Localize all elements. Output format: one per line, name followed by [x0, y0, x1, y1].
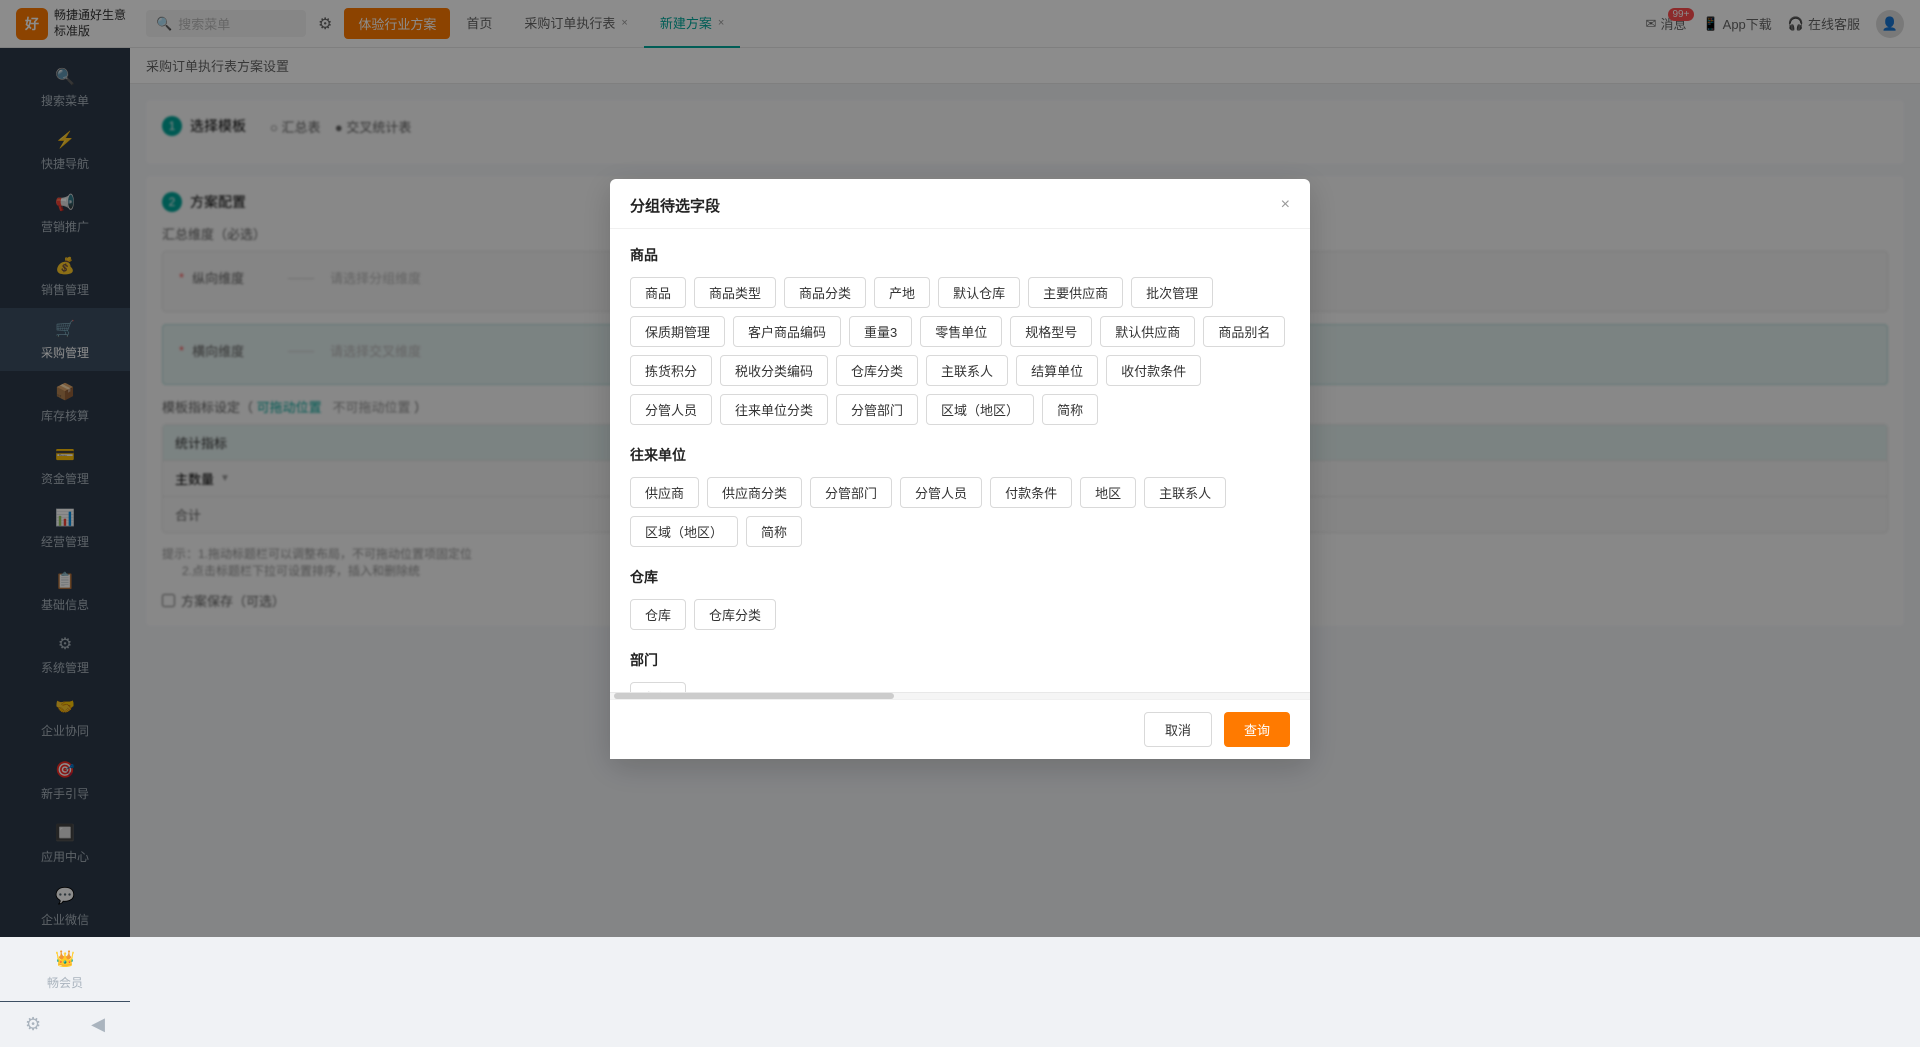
field-tag-goods-item[interactable]: 商品 [630, 277, 686, 308]
field-tag-goods-category[interactable]: 商品分类 [784, 277, 866, 308]
section-dept-title: 部门 [630, 650, 1290, 670]
modal-body[interactable]: 商品 商品 商品类型 商品分类 产地 默认仓库 主要供应商 批次管理 保质期管理… [610, 229, 1310, 692]
field-tag-partner-dept[interactable]: 分管部门 [810, 477, 892, 508]
goods-field-tags: 商品 商品类型 商品分类 产地 默认仓库 主要供应商 批次管理 保质期管理 客户… [630, 277, 1290, 425]
field-tag-goods-weight[interactable]: 重量3 [849, 316, 912, 347]
field-tag-goods-manager[interactable]: 分管人员 [630, 394, 712, 425]
dept-field-tags: 部门 [630, 682, 1290, 692]
field-tag-dept[interactable]: 部门 [630, 682, 686, 692]
field-tag-goods-points[interactable]: 拣货积分 [630, 355, 712, 386]
cancel-button[interactable]: 取消 [1144, 712, 1212, 747]
member-icon: 👑 [54, 948, 76, 970]
section-partners-title: 往来单位 [630, 445, 1290, 465]
sidebar-item-member[interactable]: 👑 畅会员 [0, 938, 130, 1001]
modal-title: 分组待选字段 [630, 195, 720, 216]
modal-overlay: 分组待选字段 × 商品 商品 商品类型 商品分类 产地 默认仓库 主要供应商 批… [0, 0, 1920, 937]
field-tag-goods-origin[interactable]: 产地 [874, 277, 930, 308]
field-tag-goods-contact[interactable]: 主联系人 [926, 355, 1008, 386]
field-tag-goods-region[interactable]: 区域（地区） [926, 394, 1034, 425]
field-tag-supplier[interactable]: 供应商 [630, 477, 699, 508]
section-goods-title: 商品 [630, 245, 1290, 265]
field-tag-partner-short-name[interactable]: 简称 [746, 516, 802, 547]
section-warehouse: 仓库 仓库 仓库分类 [630, 567, 1290, 630]
field-tag-goods-customer-code[interactable]: 客户商品编码 [733, 316, 841, 347]
modal-close-btn[interactable]: × [1281, 196, 1290, 214]
field-tag-partner-manager[interactable]: 分管人员 [900, 477, 982, 508]
sidebar-settings-btn[interactable]: ⚙ [25, 1014, 41, 1035]
partners-field-tags: 供应商 供应商分类 分管部门 分管人员 付款条件 地区 主联系人 区域（地区） … [630, 477, 1290, 547]
field-tag-supplier-category[interactable]: 供应商分类 [707, 477, 802, 508]
field-tag-payment-terms[interactable]: 付款条件 [990, 477, 1072, 508]
section-dept: 部门 部门 [630, 650, 1290, 692]
section-partners: 往来单位 供应商 供应商分类 分管部门 分管人员 付款条件 地区 主联系人 区域… [630, 445, 1290, 547]
modal-footer: 取消 查询 [610, 699, 1310, 759]
field-tag-goods-default-warehouse[interactable]: 默认仓库 [938, 277, 1020, 308]
field-tag-goods-short-name[interactable]: 简称 [1042, 394, 1098, 425]
field-tag-warehouse-category[interactable]: 仓库分类 [694, 599, 776, 630]
field-tag-goods-default-supplier[interactable]: 默认供应商 [1100, 316, 1195, 347]
modal-horizontal-scrollbar[interactable] [610, 692, 1310, 699]
field-select-modal: 分组待选字段 × 商品 商品 商品类型 商品分类 产地 默认仓库 主要供应商 批… [610, 179, 1310, 759]
confirm-button[interactable]: 查询 [1224, 712, 1290, 747]
field-tag-goods-batch[interactable]: 批次管理 [1131, 277, 1213, 308]
field-tag-goods-dept[interactable]: 分管部门 [836, 394, 918, 425]
warehouse-field-tags: 仓库 仓库分类 [630, 599, 1290, 630]
section-goods: 商品 商品 商品类型 商品分类 产地 默认仓库 主要供应商 批次管理 保质期管理… [630, 245, 1290, 425]
sidebar-bottom: ⚙ ◀ [0, 1001, 130, 1047]
field-tag-goods-spec[interactable]: 规格型号 [1010, 316, 1092, 347]
field-tag-warehouse[interactable]: 仓库 [630, 599, 686, 630]
field-tag-goods-partner-category[interactable]: 往来单位分类 [720, 394, 828, 425]
section-warehouse-title: 仓库 [630, 567, 1290, 587]
field-tag-main-contact[interactable]: 主联系人 [1144, 477, 1226, 508]
field-tag-area[interactable]: 地区 [1080, 477, 1136, 508]
field-tag-goods-type[interactable]: 商品类型 [694, 277, 776, 308]
field-tag-goods-tax-code[interactable]: 税收分类编码 [720, 355, 828, 386]
modal-header: 分组待选字段 × [610, 179, 1310, 229]
field-tag-partner-region[interactable]: 区域（地区） [630, 516, 738, 547]
field-tag-goods-warehouse-category[interactable]: 仓库分类 [836, 355, 918, 386]
field-tag-goods-payment-terms[interactable]: 收付款条件 [1106, 355, 1201, 386]
field-tag-goods-retail-unit[interactable]: 零售单位 [920, 316, 1002, 347]
field-tag-goods-alias[interactable]: 商品别名 [1203, 316, 1285, 347]
sidebar-collapse-btn[interactable]: ◀ [91, 1014, 105, 1035]
field-tag-goods-shelf-life[interactable]: 保质期管理 [630, 316, 725, 347]
field-tag-goods-main-supplier[interactable]: 主要供应商 [1028, 277, 1123, 308]
field-tag-goods-settlement-unit[interactable]: 结算单位 [1016, 355, 1098, 386]
